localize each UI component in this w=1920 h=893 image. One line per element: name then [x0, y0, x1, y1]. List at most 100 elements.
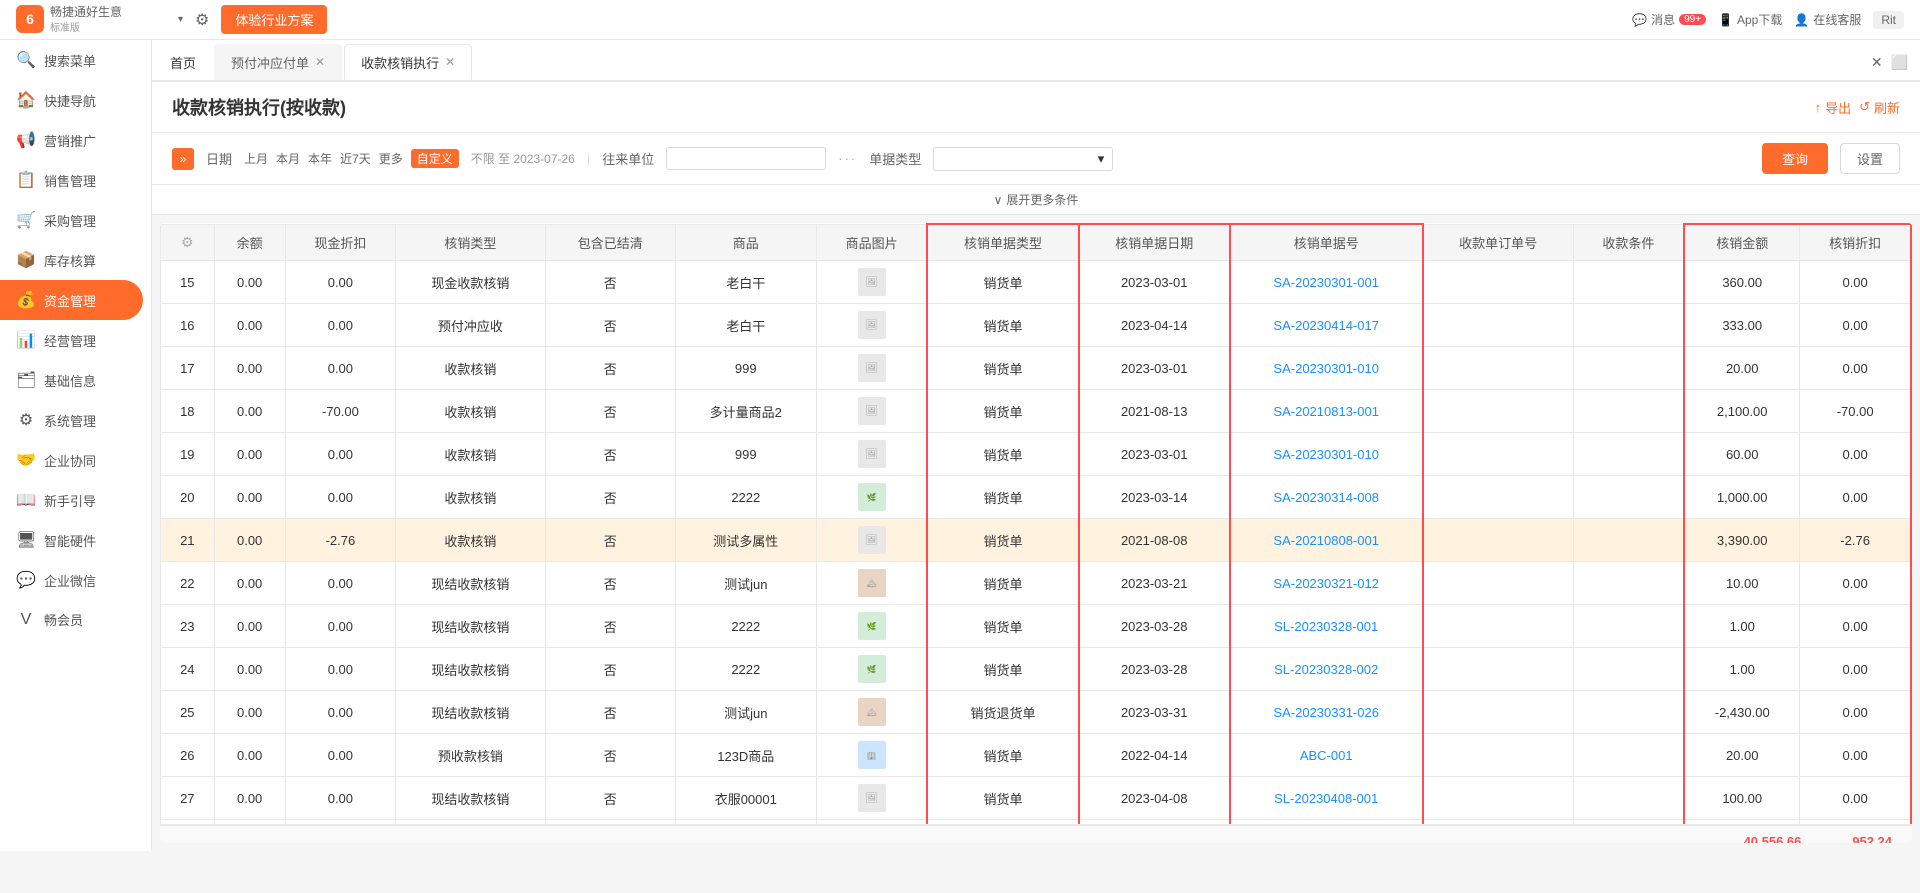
tab-prepay[interactable]: 预付冲应付单 ✕	[214, 44, 342, 80]
sidebar-item-guide[interactable]: 📖新手引导	[0, 480, 151, 520]
footer-total-amount: 40,556,66...	[1744, 834, 1813, 843]
sidebar-item-system[interactable]: ⚙系统管理	[0, 400, 151, 440]
cell-verify-no[interactable]: SA-20210808-001	[1230, 519, 1423, 562]
query-button[interactable]: 查询	[1762, 143, 1828, 174]
message-nav-item[interactable]: 💬 消息 99+	[1632, 11, 1706, 28]
verify-no-link[interactable]: SL-20230328-002	[1274, 662, 1378, 677]
sidebar-item-search[interactable]: 🔍搜索菜单	[0, 40, 151, 80]
expand-conditions-btn[interactable]: ∨ 展开更多条件	[994, 191, 1079, 208]
verify-no-link[interactable]: SA-20230314-008	[1273, 490, 1379, 505]
cell-verify-discount: 0.00	[1800, 691, 1911, 734]
online-service-item[interactable]: 👤 在线客服	[1794, 11, 1861, 28]
dropdown-arrow-icon[interactable]: ▾	[178, 14, 183, 25]
cell-verify-no[interactable]: SL-20230408-001	[1230, 777, 1423, 820]
app-download-item[interactable]: 📱 App下载	[1718, 11, 1782, 28]
col-header-gear[interactable]: ⚙	[161, 224, 215, 261]
verify-no-link[interactable]: SL-20230328-001	[1274, 619, 1378, 634]
sidebar-label-nav: 快捷导航	[44, 91, 96, 110]
col-header-product: 商品	[675, 224, 816, 261]
sidebar-label-inventory: 库存核算	[44, 251, 96, 270]
verify-no-link[interactable]: SA-20210813-001	[1273, 404, 1379, 419]
sidebar-item-enterprise[interactable]: 🤝企业协同	[0, 440, 151, 480]
tab-prepay-close[interactable]: ✕	[315, 55, 325, 69]
verify-no-link[interactable]: SL-20230408-001	[1274, 791, 1378, 806]
cell-verify-no[interactable]: SA-20230314-008	[1230, 476, 1423, 519]
verify-no-link[interactable]: ABC-001	[1300, 748, 1353, 763]
cell-verify-no[interactable]: SL-20230328-002	[1230, 648, 1423, 691]
cell-no: 22	[161, 562, 215, 605]
cell-verify-no[interactable]: SA-20230414-017	[1230, 304, 1423, 347]
verify-no-link[interactable]: SA-20230301-010	[1273, 361, 1379, 376]
date-more[interactable]: 更多	[379, 150, 403, 167]
cell-balance: 0.00	[214, 691, 285, 734]
cell-verify-no[interactable]: SA-20230301-010	[1230, 433, 1423, 476]
cell-verify-no[interactable]: SA-20230301-010	[1230, 347, 1423, 390]
cell-product-img: 🏢	[816, 734, 927, 777]
table-scroll-area[interactable]: ⚙ 余额 现金折扣 核销类型 包含已结清 商品 商品图片 核销单据类型 核销单据…	[160, 223, 1912, 824]
cell-verify-no[interactable]: SA-20230321-012	[1230, 562, 1423, 605]
main-layout: 🔍搜索菜单🏠快捷导航📢营销推广📋销售管理🛒采购管理📦库存核算💰资金管理📊经营管理…	[0, 40, 1920, 851]
sidebar-item-marketing[interactable]: 📢营销推广	[0, 120, 151, 160]
tab-home[interactable]: 首页	[154, 44, 212, 80]
cell-verify-no[interactable]: SA-20210813-001	[1230, 390, 1423, 433]
cell-verify-no[interactable]: SA-20230301-001	[1230, 261, 1423, 304]
date-7days[interactable]: 近7天	[340, 150, 371, 167]
filter-settings-button[interactable]: 设置	[1840, 143, 1900, 174]
cell-verify-type: 收款核销	[396, 519, 546, 562]
sidebar-icon-member: V	[16, 611, 36, 629]
verify-no-link[interactable]: SA-20230331-026	[1273, 705, 1379, 720]
sidebar-item-inventory[interactable]: 📦库存核算	[0, 240, 151, 280]
date-this-year[interactable]: 本年	[308, 150, 332, 167]
trial-button[interactable]: 体验行业方案	[221, 5, 327, 34]
cell-product: 2222	[675, 648, 816, 691]
sidebar-item-finance[interactable]: 💰资金管理	[0, 280, 143, 320]
cell-verify-bill-type: 销货单	[927, 519, 1078, 562]
sidebar-item-wechat[interactable]: 💬企业微信	[0, 560, 151, 600]
sidebar-item-hardware[interactable]: 🖥智能硬件	[0, 520, 151, 560]
date-range-text: 不限 至 2023-07-26	[471, 150, 575, 167]
cell-collection-condition	[1573, 304, 1684, 347]
verify-no-link[interactable]: SA-20210808-001	[1273, 533, 1379, 548]
verify-no-link[interactable]: SA-20230414-017	[1273, 318, 1379, 333]
cell-product-img: 🌿	[816, 605, 927, 648]
settings-icon[interactable]: ⚙	[195, 10, 209, 30]
export-button[interactable]: ↑ 导出	[1815, 98, 1852, 117]
bill-type-select[interactable]: ▾	[933, 147, 1113, 171]
col-header-cash-discount: 现金折扣	[285, 224, 395, 261]
sidebar-item-purchase[interactable]: 🛒采购管理	[0, 200, 151, 240]
filter-expand-button[interactable]: »	[172, 148, 194, 170]
cell-verify-date: 2022-04-14	[1079, 734, 1230, 777]
tab-close-window-btn[interactable]: ✕	[1871, 54, 1883, 71]
verify-no-link[interactable]: SA-20230301-001	[1273, 275, 1379, 290]
sidebar-item-member[interactable]: V畅会员	[0, 600, 151, 639]
col-gear-icon[interactable]: ⚙	[181, 234, 194, 250]
tab-maximize-btn[interactable]: ⬜	[1891, 54, 1908, 71]
cell-verify-no[interactable]: ABC-001	[1230, 734, 1423, 777]
sidebar-item-sales[interactable]: 📋销售管理	[0, 160, 151, 200]
cell-product: 999	[675, 433, 816, 476]
cell-verify-no[interactable]: SL-20230328-001	[1230, 605, 1423, 648]
cell-include-settled: 否	[545, 519, 675, 562]
cell-verify-type: 收款核销	[396, 476, 546, 519]
sidebar-item-operations[interactable]: 📊经营管理	[0, 320, 151, 360]
cell-balance: 0.00	[214, 261, 285, 304]
user-area[interactable]: Rit	[1873, 11, 1904, 29]
date-custom-btn[interactable]: 自定义	[411, 149, 459, 168]
date-this-month[interactable]: 本月	[276, 150, 300, 167]
tab-collection-close[interactable]: ✕	[445, 55, 455, 69]
cell-collection-no	[1423, 777, 1573, 820]
verify-no-link[interactable]: SA-20230301-010	[1273, 447, 1379, 462]
sidebar-item-nav[interactable]: 🏠快捷导航	[0, 80, 151, 120]
cell-no: 15	[161, 261, 215, 304]
from-unit-input[interactable]	[666, 147, 826, 170]
refresh-button[interactable]: ↺ 刷新	[1859, 98, 1900, 117]
cell-verify-no[interactable]: SA-20230331-026	[1230, 691, 1423, 734]
sidebar-item-basic[interactable]: 🗂基础信息	[0, 360, 151, 400]
cell-balance: 0.00	[214, 476, 285, 519]
verify-no-link[interactable]: SA-20230321-012	[1273, 576, 1379, 591]
sidebar-icon-wechat: 💬	[16, 570, 36, 590]
date-last-month[interactable]: 上月	[244, 150, 268, 167]
table-row: 15 0.00 0.00 现金收款核销 否 老白干 🖼 销货单 2023-03-…	[161, 261, 1912, 304]
cell-no: 20	[161, 476, 215, 519]
tab-collection[interactable]: 收款核销执行 ✕	[344, 44, 472, 80]
